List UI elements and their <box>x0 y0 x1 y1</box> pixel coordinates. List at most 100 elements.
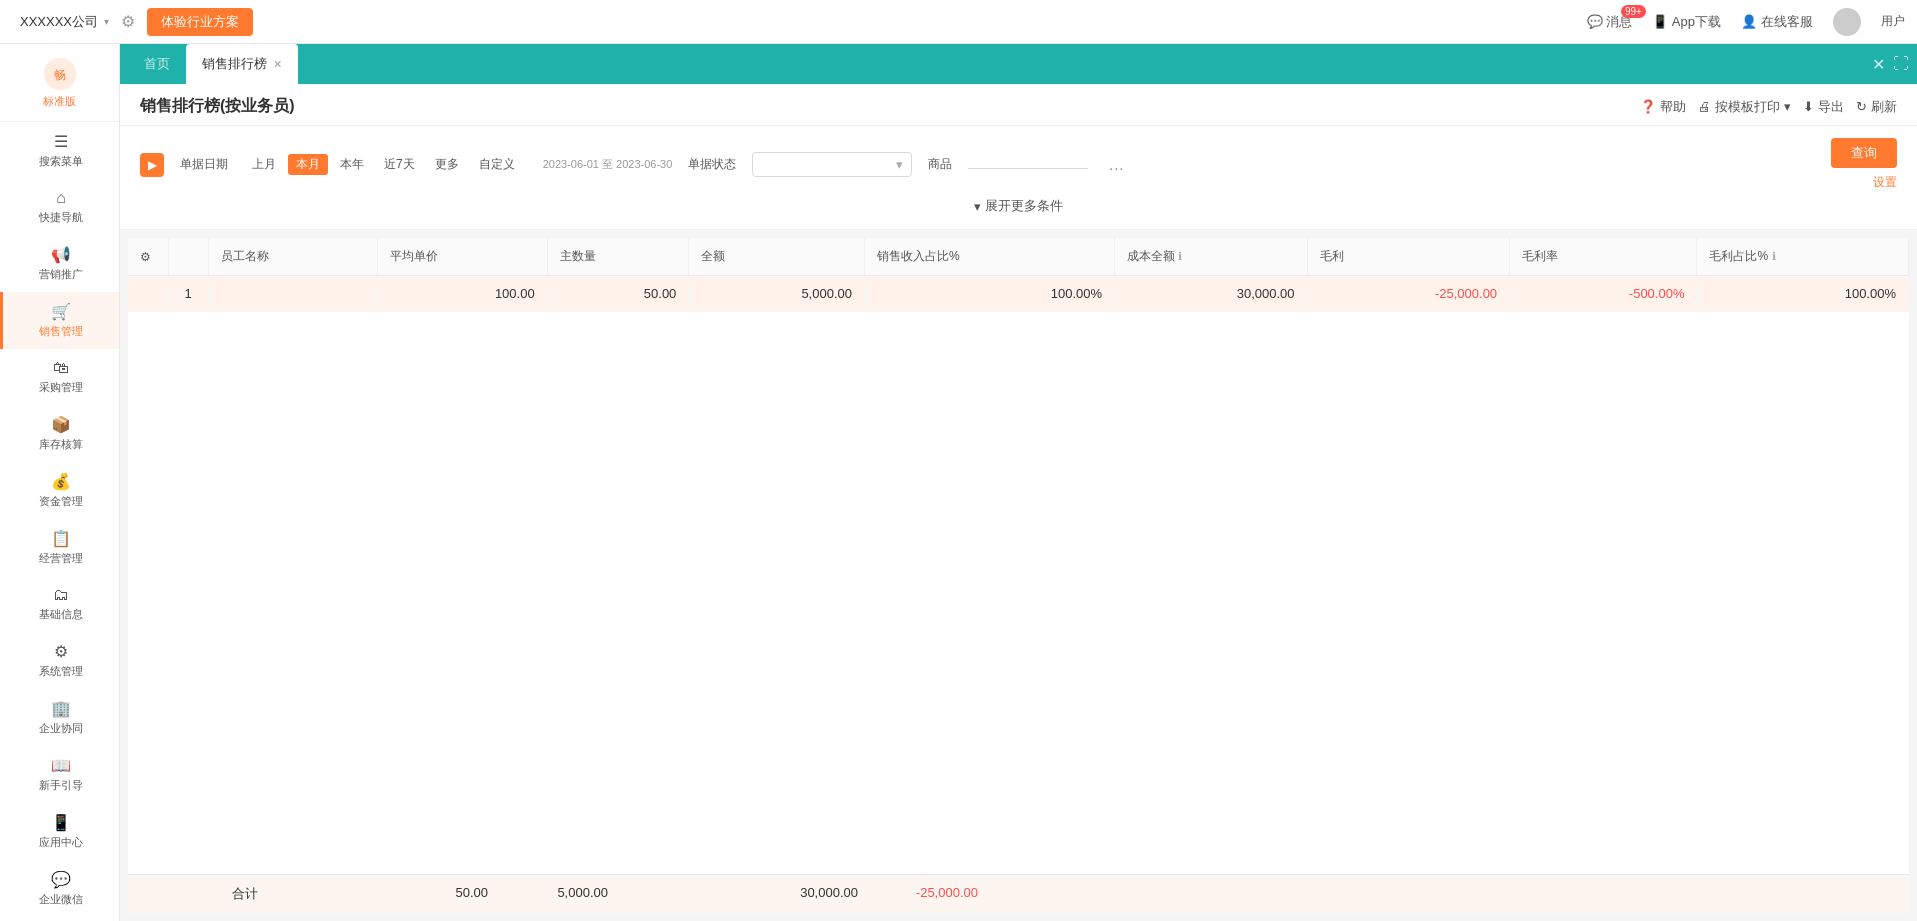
date-tab-7days[interactable]: 近7天 <box>376 154 423 175</box>
data-table: ⚙ 员工名称 平均单价 主数量 全额 销售收入占比% 成本全额 ℹ 毛利 毛利率 <box>128 238 1909 312</box>
expand-more-btn[interactable]: ▾ 展开更多条件 <box>140 191 1897 217</box>
help-label: 帮助 <box>1660 98 1686 116</box>
help-icon: ❓ <box>1640 99 1656 114</box>
message-btn[interactable]: 💬 消息 99+ <box>1587 13 1632 31</box>
export-btn[interactable]: ⬇ 导出 <box>1803 98 1844 116</box>
footer-total-text: 合计 <box>220 885 300 903</box>
date-tab-last-month[interactable]: 上月 <box>244 154 284 175</box>
refresh-icon: ↻ <box>1856 99 1867 114</box>
sidebar-item-label-operations: 经营管理 <box>39 551 83 566</box>
sidebar-item-label-sales: 销售管理 <box>39 324 83 339</box>
purchase-icon: 🛍 <box>53 359 69 377</box>
sidebar-item-marketing[interactable]: 📢 营销推广 <box>0 235 119 292</box>
company-selector[interactable]: XXXXXX公司 ▾ <box>12 9 117 35</box>
date-tab-this-month[interactable]: 本月 <box>288 154 328 175</box>
cell-cost: 30,000.00 <box>1115 276 1307 312</box>
col-profit-rate: 毛利率 <box>1510 238 1697 276</box>
sidebar-item-sales[interactable]: 🛒 销售管理 <box>0 292 119 349</box>
avatar[interactable] <box>1833 8 1861 36</box>
table-body: 1100.0050.005,000.00100.00%30,000.00-25,… <box>128 276 1909 312</box>
sidebar-item-inventory[interactable]: 📦 库存核算 <box>0 405 119 462</box>
sidebar-item-label-basic: 基础信息 <box>39 607 83 622</box>
trial-button[interactable]: 体验行业方案 <box>147 8 253 36</box>
goods-input[interactable] <box>968 160 1088 169</box>
profit-pct-info-icon[interactable]: ℹ <box>1772 250 1776 262</box>
date-tab-this-year[interactable]: 本年 <box>332 154 372 175</box>
cell-settings <box>128 276 168 312</box>
sidebar-item-system[interactable]: ⚙ 系统管理 <box>0 632 119 689</box>
message-badge: 99+ <box>1621 5 1646 18</box>
tab-home-label: 首页 <box>144 55 170 73</box>
settings-link[interactable]: 设置 <box>1873 174 1897 191</box>
cell-profit-rate: -500.00% <box>1510 276 1697 312</box>
sidebar-item-label-apps: 应用中心 <box>39 835 83 850</box>
filter-area: ▶ 单据日期 上月 本月 本年 近7天 更多 自定义 2023-06-01 至 … <box>120 126 1917 230</box>
table-row: 1100.0050.005,000.00100.00%30,000.00-25,… <box>128 276 1909 312</box>
tab-home[interactable]: 首页 <box>128 44 186 84</box>
col-settings[interactable]: ⚙ <box>128 238 168 276</box>
search-menu-icon: ☰ <box>54 132 68 151</box>
sidebar-item-wechat[interactable]: 💬 企业微信 <box>0 860 119 917</box>
enterprise-icon: 🏢 <box>51 699 71 718</box>
query-area: 查询 设置 <box>1831 138 1897 191</box>
query-btn[interactable]: 查询 <box>1831 138 1897 168</box>
date-range-display: 2023-06-01 至 2023-06-30 <box>543 157 673 172</box>
table-container: ⚙ 员工名称 平均单价 主数量 全额 销售收入占比% 成本全额 ℹ 毛利 毛利率 <box>128 238 1909 874</box>
col-name: 员工名称 <box>208 238 378 276</box>
sidebar: 畅 标准版 ☰ 搜索菜单 ⌂ 快捷导航 📢 营销推广 🛒 销售管理 🛍 采购管理… <box>0 44 120 921</box>
cost-info-icon[interactable]: ℹ <box>1178 250 1182 262</box>
sidebar-item-member[interactable]: V 畅会员 <box>0 917 119 921</box>
filter-more-dots[interactable]: … <box>1108 156 1124 174</box>
status-select[interactable]: ▾ <box>752 152 912 177</box>
app-icon: 📱 <box>1652 14 1668 29</box>
date-tab-more[interactable]: 更多 <box>427 154 467 175</box>
online-service-btn[interactable]: 👤 在线客服 <box>1741 13 1813 31</box>
sidebar-item-basic[interactable]: 🗂 基础信息 <box>0 576 119 632</box>
tab-sales-rank[interactable]: 销售排行榜 ✕ <box>186 44 298 84</box>
main-layout: 畅 标准版 ☰ 搜索菜单 ⌂ 快捷导航 📢 营销推广 🛒 销售管理 🛍 采购管理… <box>0 44 1917 921</box>
svg-text:畅: 畅 <box>54 68 66 81</box>
sidebar-item-apps[interactable]: 📱 应用中心 <box>0 803 119 860</box>
sidebar-item-label-quick-nav: 快捷导航 <box>39 210 83 225</box>
footer-qty: 50.00 <box>400 885 500 903</box>
footer-cost: 30,000.00 <box>740 885 870 903</box>
sidebar-item-finance[interactable]: 💰 资金管理 <box>0 462 119 519</box>
app-download-btn[interactable]: 📱 App下载 <box>1652 13 1721 31</box>
cell-name <box>208 276 378 312</box>
sidebar-item-purchase[interactable]: 🛍 采购管理 <box>0 349 119 405</box>
logo-icon: 畅 <box>42 56 78 92</box>
expand-down-icon: ▾ <box>974 199 981 214</box>
cell-avg-price: 100.00 <box>378 276 548 312</box>
logo-area: 畅 标准版 <box>0 44 119 122</box>
tab-maximize-icon[interactable]: ⛶ <box>1893 55 1909 73</box>
footer-profit: -25,000.00 <box>870 885 990 903</box>
goods-filter-label: 商品 <box>928 156 952 173</box>
sidebar-item-label-inventory: 库存核算 <box>39 437 83 452</box>
col-avg-price: 平均单价 <box>378 238 548 276</box>
sidebar-item-search[interactable]: ☰ 搜索菜单 <box>0 122 119 179</box>
tab-close-window-icon[interactable]: ✕ <box>1872 55 1885 74</box>
refresh-btn[interactable]: ↻ 刷新 <box>1856 98 1897 116</box>
settings-icon[interactable]: ⚙ <box>121 12 135 31</box>
sidebar-item-newbie[interactable]: 📖 新手引导 <box>0 746 119 803</box>
date-tab-custom[interactable]: 自定义 <box>471 154 523 175</box>
sidebar-item-label-purchase: 采购管理 <box>39 380 83 395</box>
date-filter-label: 单据日期 <box>180 156 228 173</box>
page-title: 销售排行榜(按业务员) <box>140 96 295 117</box>
app-label: App下载 <box>1672 13 1721 31</box>
col-profit-pct: 毛利占比% ℹ <box>1697 238 1909 276</box>
tab-right-actions: ✕ ⛶ <box>1872 55 1909 74</box>
print-icon: 🖨 <box>1698 99 1711 114</box>
col-rank <box>168 238 208 276</box>
sidebar-item-operations[interactable]: 📋 经营管理 <box>0 519 119 576</box>
sidebar-item-quick-nav[interactable]: ⌂ 快捷导航 <box>0 179 119 235</box>
tab-close-icon[interactable]: ✕ <box>273 58 282 71</box>
print-btn[interactable]: 🖨 按模板打印 ▾ <box>1698 98 1791 116</box>
filter-toggle-btn[interactable]: ▶ <box>140 153 164 177</box>
sales-icon: 🛒 <box>51 302 71 321</box>
chevron-down-icon: ▾ <box>104 16 109 27</box>
basic-icon: 🗂 <box>53 586 69 604</box>
sidebar-item-enterprise[interactable]: 🏢 企业协同 <box>0 689 119 746</box>
apps-icon: 📱 <box>51 813 71 832</box>
help-btn[interactable]: ❓ 帮助 <box>1640 98 1686 116</box>
